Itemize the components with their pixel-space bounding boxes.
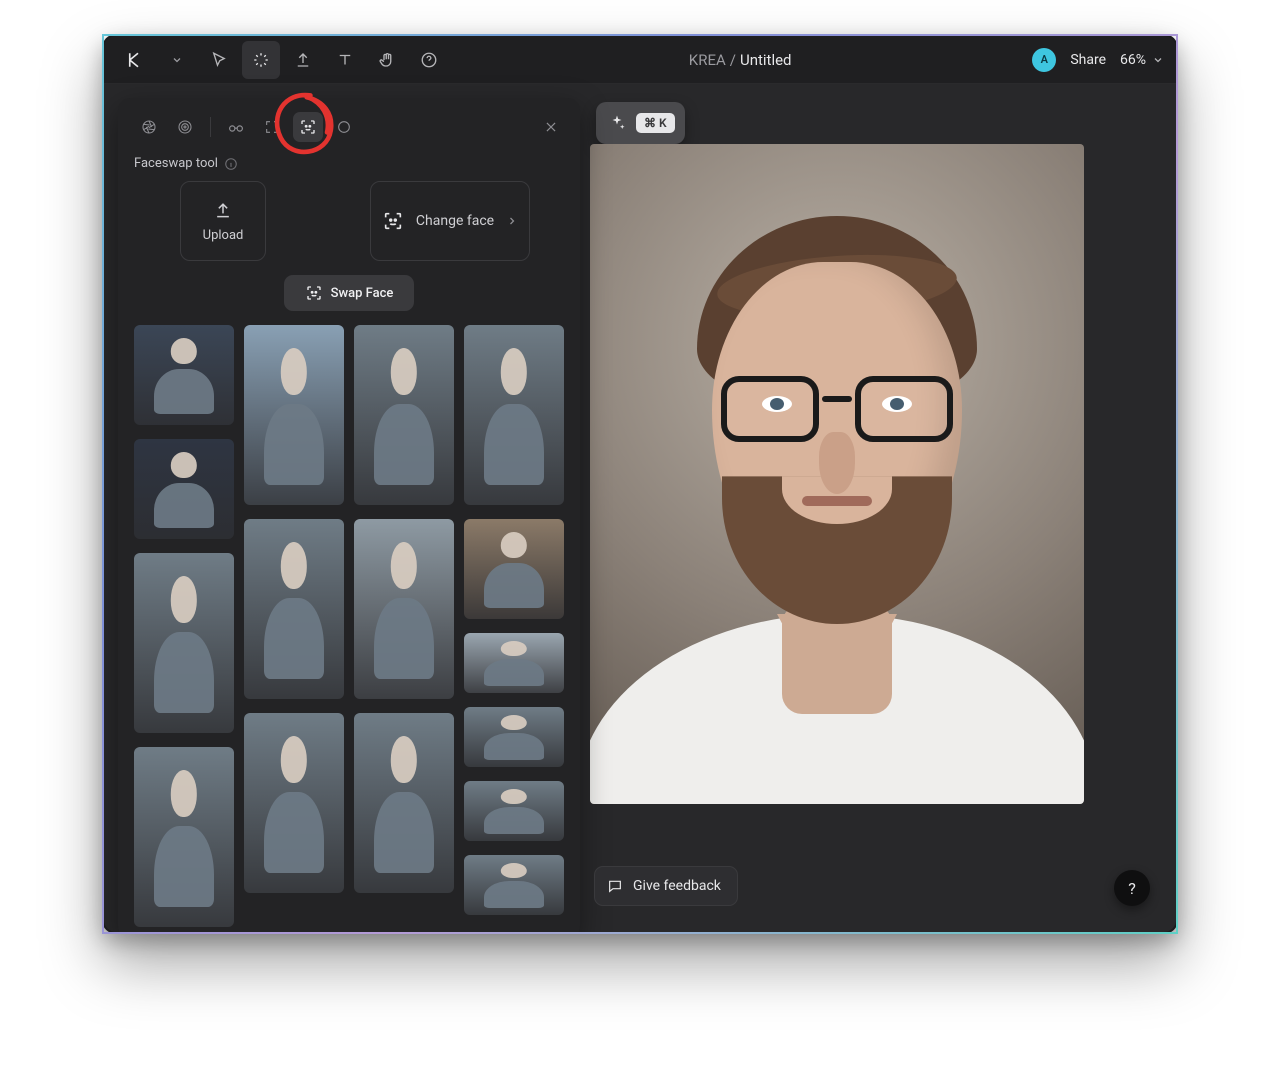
change-face-label: Change face <box>416 213 494 229</box>
cursor-tool[interactable] <box>200 41 238 79</box>
panel-toolbar <box>134 112 564 142</box>
zoom-value: 66% <box>1120 52 1146 68</box>
text-tool[interactable] <box>326 41 364 79</box>
avatar-initial: A <box>1041 53 1048 66</box>
app-window: KREA / Untitled A Share 66% ⌘ K <box>102 34 1178 934</box>
panel-title-row: Faceswap tool <box>134 156 564 171</box>
swap-face-button[interactable]: Swap Face <box>284 275 414 311</box>
gallery-thumb[interactable] <box>244 325 344 505</box>
doc-name: Untitled <box>740 51 792 69</box>
gallery-thumb[interactable] <box>464 519 564 619</box>
sparkle-icon <box>608 114 626 132</box>
upload-icon <box>213 200 233 220</box>
give-feedback-button[interactable]: Give feedback <box>594 866 738 906</box>
topbar-right: A Share 66% <box>1032 48 1164 72</box>
help-tool[interactable] <box>410 41 448 79</box>
portrait-illustration <box>590 144 1084 804</box>
canvas-area[interactable]: ⌘ K <box>104 84 1176 932</box>
panel-actions: Upload Change face <box>134 181 564 261</box>
gallery-thumb[interactable] <box>354 713 454 893</box>
panel-tab-glasses[interactable] <box>221 112 251 142</box>
face-scan-icon <box>305 284 323 302</box>
generate-tool[interactable] <box>242 41 280 79</box>
help-fab[interactable]: ? <box>1114 870 1150 906</box>
gallery-thumb[interactable] <box>134 553 234 733</box>
brand-label: KREA <box>689 51 726 69</box>
panel-close-button[interactable] <box>538 114 564 140</box>
upload-label: Upload <box>203 228 244 243</box>
zoom-control[interactable]: 66% <box>1120 52 1164 68</box>
gallery-thumb[interactable] <box>134 325 234 425</box>
info-icon[interactable] <box>224 157 238 171</box>
gallery <box>134 325 564 934</box>
faceswap-panel: Faceswap tool Upload Change face <box>118 98 580 934</box>
gallery-thumb[interactable] <box>464 633 564 693</box>
panel-tab-faceswap[interactable] <box>293 112 323 142</box>
avatar[interactable]: A <box>1032 48 1056 72</box>
gallery-thumb[interactable] <box>134 747 234 927</box>
topbar-left <box>116 41 448 79</box>
gallery-thumb[interactable] <box>354 325 454 505</box>
gallery-thumb[interactable] <box>244 713 344 893</box>
breadcrumb-sep: / <box>730 51 736 69</box>
logo-menu[interactable] <box>158 41 196 79</box>
share-button[interactable]: Share <box>1070 52 1106 68</box>
chevron-right-icon <box>506 215 518 227</box>
gallery-thumb[interactable] <box>464 781 564 841</box>
feedback-label: Give feedback <box>633 878 721 894</box>
close-icon <box>544 120 558 134</box>
shortcut-badge: ⌘ K <box>636 113 675 133</box>
command-pill[interactable]: ⌘ K <box>596 102 685 144</box>
change-face-button[interactable]: Change face <box>370 181 530 261</box>
upload-button[interactable]: Upload <box>180 181 266 261</box>
panel-tab-circle[interactable] <box>329 112 359 142</box>
chat-icon <box>607 878 623 894</box>
topbar: KREA / Untitled A Share 66% <box>104 36 1176 84</box>
upload-tool[interactable] <box>284 41 322 79</box>
gallery-thumb[interactable] <box>354 519 454 699</box>
gallery-thumb[interactable] <box>134 439 234 539</box>
panel-title: Faceswap tool <box>134 156 218 171</box>
panel-tab-spiral[interactable] <box>170 112 200 142</box>
chevron-down-icon <box>1152 54 1164 66</box>
logo-krea[interactable] <box>116 41 154 79</box>
gallery-thumb[interactable] <box>464 325 564 505</box>
selected-image[interactable] <box>590 144 1084 804</box>
hand-tool[interactable] <box>368 41 406 79</box>
panel-toolbar-divider <box>210 117 211 137</box>
panel-tab-expand[interactable] <box>257 112 287 142</box>
gallery-thumb[interactable] <box>244 519 344 699</box>
gallery-thumb[interactable] <box>464 707 564 767</box>
gallery-thumb[interactable] <box>464 855 564 915</box>
swap-face-label: Swap Face <box>331 286 394 301</box>
face-scan-icon <box>382 210 404 232</box>
panel-tab-aperture[interactable] <box>134 112 164 142</box>
help-char: ? <box>1128 879 1136 898</box>
breadcrumb[interactable]: KREA / Untitled <box>448 51 1032 69</box>
